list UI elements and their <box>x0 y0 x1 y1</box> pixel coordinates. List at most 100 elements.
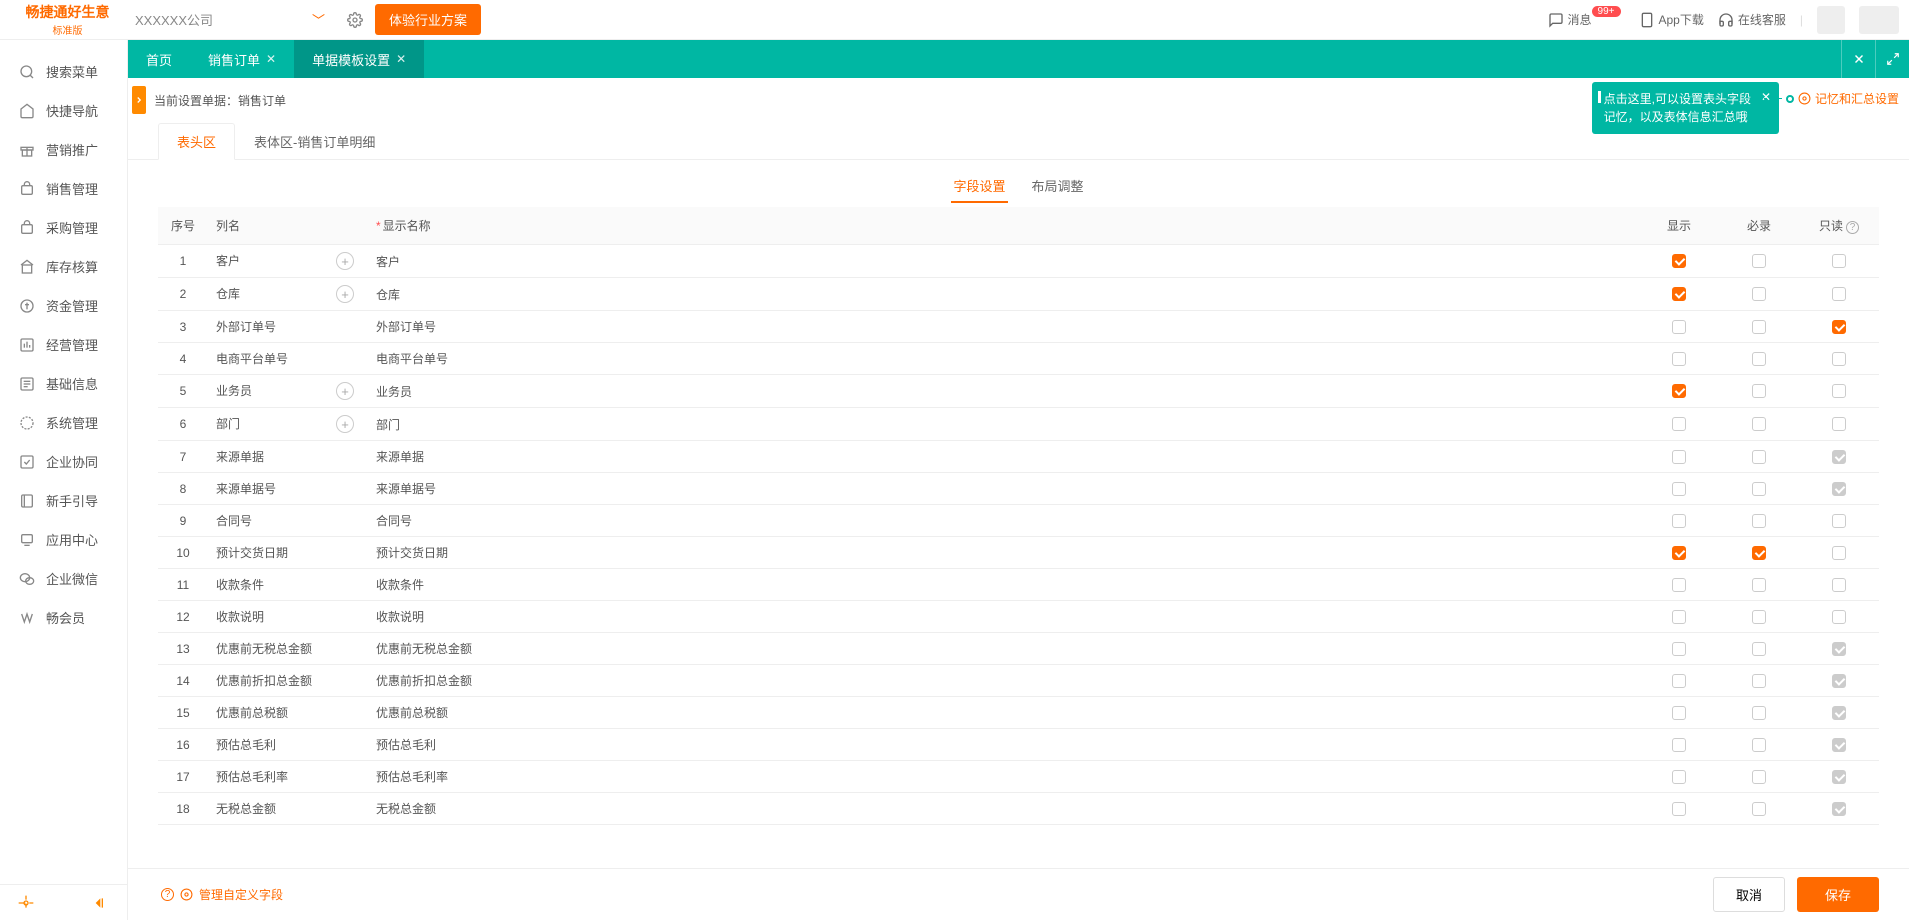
cell-dispname[interactable]: 优惠前总税额 <box>368 697 1639 729</box>
checkbox[interactable] <box>1752 287 1766 301</box>
add-button[interactable]: + <box>336 415 354 433</box>
tab-close-icon[interactable]: ✕ <box>396 52 406 66</box>
sidebar-item-0[interactable]: 搜索菜单 <box>0 52 127 91</box>
sidebar-item-4[interactable]: 采购管理 <box>0 208 127 247</box>
checkbox[interactable] <box>1752 514 1766 528</box>
sidebar-item-3[interactable]: 销售管理 <box>0 169 127 208</box>
checkbox[interactable] <box>1752 254 1766 268</box>
checkbox[interactable] <box>1832 417 1846 431</box>
add-button[interactable]: + <box>336 252 354 270</box>
messages-button[interactable]: 消息 99+ <box>1548 11 1625 28</box>
checkbox[interactable] <box>1672 450 1686 464</box>
checkbox[interactable] <box>1752 320 1766 334</box>
cell-dispname[interactable]: 无税总金额 <box>368 793 1639 825</box>
section-tab-0[interactable]: 表头区 <box>158 123 235 160</box>
sidebar-item-2[interactable]: 营销推广 <box>0 130 127 169</box>
checkbox[interactable] <box>1752 770 1766 784</box>
checkbox[interactable] <box>1672 706 1686 720</box>
save-button[interactable]: 保存 <box>1797 877 1879 912</box>
cell-dispname[interactable]: 优惠前折扣总金额 <box>368 665 1639 697</box>
help-icon[interactable]: ? <box>1846 221 1859 234</box>
cell-dispname[interactable]: 收款说明 <box>368 601 1639 633</box>
checkbox[interactable] <box>1832 546 1846 560</box>
close-all-tabs-button[interactable] <box>1841 40 1875 78</box>
cell-dispname[interactable]: 预估总毛利率 <box>368 761 1639 793</box>
sidebar-item-6[interactable]: 资金管理 <box>0 286 127 325</box>
support-button[interactable]: 在线客服 <box>1718 11 1786 28</box>
cell-dispname[interactable]: 客户 <box>368 245 1639 278</box>
checkbox[interactable] <box>1672 610 1686 624</box>
cell-dispname[interactable]: 预计交货日期 <box>368 537 1639 569</box>
sidebar-item-1[interactable]: 快捷导航 <box>0 91 127 130</box>
sidebar-collapse-icon[interactable] <box>93 895 109 911</box>
expand-tabs-button[interactable] <box>1875 40 1909 78</box>
add-button[interactable]: + <box>336 285 354 303</box>
add-button[interactable]: + <box>336 382 354 400</box>
checkbox[interactable] <box>1832 384 1846 398</box>
mid-tab-0[interactable]: 字段设置 <box>951 170 1007 203</box>
checkbox[interactable] <box>1752 352 1766 366</box>
checkbox[interactable] <box>1832 320 1846 334</box>
sidebar-item-11[interactable]: 新手引导 <box>0 481 127 520</box>
checkbox[interactable] <box>1672 738 1686 752</box>
checkbox[interactable] <box>1832 610 1846 624</box>
trial-plan-button[interactable]: 体验行业方案 <box>375 4 481 35</box>
checkbox[interactable] <box>1832 254 1846 268</box>
tab-2[interactable]: 单据模板设置✕ <box>294 40 424 78</box>
cell-dispname[interactable]: 合同号 <box>368 505 1639 537</box>
settings-gear-button[interactable] <box>341 6 369 34</box>
mid-tab-1[interactable]: 布局调整 <box>1030 170 1086 203</box>
checkbox[interactable] <box>1752 706 1766 720</box>
cell-dispname[interactable]: 部门 <box>368 408 1639 441</box>
section-tab-1[interactable]: 表体区-销售订单明细 <box>235 123 394 160</box>
checkbox[interactable] <box>1752 546 1766 560</box>
cell-dispname[interactable]: 预估总毛利 <box>368 729 1639 761</box>
tab-0[interactable]: 首页 <box>128 40 190 78</box>
sidebar-item-8[interactable]: 基础信息 <box>0 364 127 403</box>
checkbox[interactable] <box>1672 352 1686 366</box>
checkbox[interactable] <box>1752 450 1766 464</box>
checkbox[interactable] <box>1672 417 1686 431</box>
cell-dispname[interactable]: 业务员 <box>368 375 1639 408</box>
table-scroll[interactable]: 序号 列名 *显示名称 显示 必录 只读? 1客户+客户2仓库+仓库3外部订单号… <box>128 207 1909 868</box>
sidebar-item-5[interactable]: 库存核算 <box>0 247 127 286</box>
checkbox[interactable] <box>1672 514 1686 528</box>
cancel-button[interactable]: 取消 <box>1713 877 1785 912</box>
sidebar-item-12[interactable]: 应用中心 <box>0 520 127 559</box>
checkbox[interactable] <box>1672 578 1686 592</box>
sidebar-item-10[interactable]: 企业协同 <box>0 442 127 481</box>
cell-dispname[interactable]: 电商平台单号 <box>368 343 1639 375</box>
tab-1[interactable]: 销售订单✕ <box>190 40 294 78</box>
checkbox[interactable] <box>1672 642 1686 656</box>
checkbox[interactable] <box>1672 384 1686 398</box>
checkbox[interactable] <box>1752 802 1766 816</box>
manage-custom-fields-link[interactable]: ? 管理自定义字段 <box>158 886 283 903</box>
company-selector[interactable]: XXXXXX公司 ﹀ <box>125 10 335 29</box>
sidebar-item-13[interactable]: 企业微信 <box>0 559 127 598</box>
user-avatar[interactable] <box>1859 6 1899 34</box>
checkbox[interactable] <box>1832 287 1846 301</box>
checkbox[interactable] <box>1672 287 1686 301</box>
checkbox[interactable] <box>1752 610 1766 624</box>
sidebar-item-9[interactable]: 系统管理 <box>0 403 127 442</box>
checkbox[interactable] <box>1752 674 1766 688</box>
cell-dispname[interactable]: 收款条件 <box>368 569 1639 601</box>
checkbox[interactable] <box>1672 802 1686 816</box>
checkbox[interactable] <box>1832 352 1846 366</box>
cell-dispname[interactable]: 来源单据号 <box>368 473 1639 505</box>
checkbox[interactable] <box>1672 482 1686 496</box>
checkbox[interactable] <box>1672 546 1686 560</box>
checkbox[interactable] <box>1832 514 1846 528</box>
checkbox[interactable] <box>1752 417 1766 431</box>
cell-dispname[interactable]: 来源单据 <box>368 441 1639 473</box>
collapse-handle[interactable] <box>132 86 146 114</box>
checkbox[interactable] <box>1752 642 1766 656</box>
cell-dispname[interactable]: 仓库 <box>368 278 1639 311</box>
checkbox[interactable] <box>1672 770 1686 784</box>
checkbox[interactable] <box>1752 578 1766 592</box>
sidebar-item-14[interactable]: 畅会员 <box>0 598 127 637</box>
sidebar-settings-icon[interactable] <box>18 895 34 911</box>
download-button[interactable]: App下载 <box>1639 11 1704 28</box>
checkbox[interactable] <box>1672 320 1686 334</box>
cell-dispname[interactable]: 优惠前无税总金额 <box>368 633 1639 665</box>
